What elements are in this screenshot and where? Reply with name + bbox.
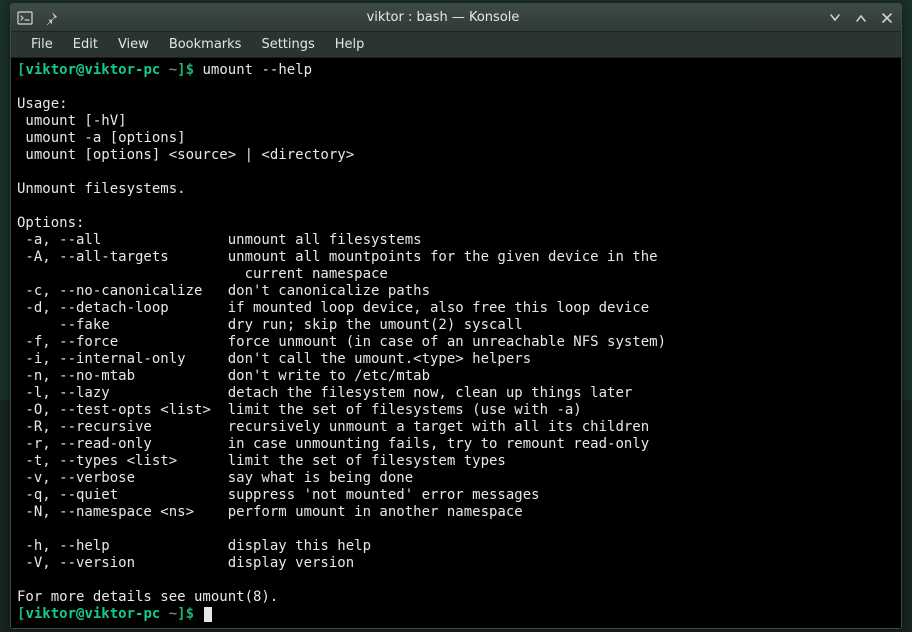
prompt-host: viktor-pc <box>84 62 160 78</box>
minimize-button[interactable] <box>827 10 843 26</box>
output-option-8: -n, --no-mtab don't write to /etc/mtab <box>17 368 430 384</box>
prompt-sigil-2: $ <box>186 606 194 622</box>
close-button[interactable] <box>879 10 895 26</box>
output-option-11: -R, --recursive recursively unmount a ta… <box>17 419 649 435</box>
output-option-6: -f, --force force unmount (in case of an… <box>17 334 666 350</box>
output-option-0: -a, --all unmount all filesystems <box>17 232 422 248</box>
output-desc: Unmount filesystems. <box>17 181 186 197</box>
output-option-3: -c, --no-canonicalize don't canonicalize… <box>17 283 430 299</box>
prompt-path-2: ~ <box>160 606 177 622</box>
output-option-4: -d, --detach-loop if mounted loop device… <box>17 300 649 316</box>
menu-file[interactable]: File <box>21 33 63 56</box>
menu-bookmarks[interactable]: Bookmarks <box>159 33 252 56</box>
output-option-10: -O, --test-opts <list> limit the set of … <box>17 402 582 418</box>
menu-help[interactable]: Help <box>325 33 375 56</box>
output-usage-line-2: umount [options] <source> | <directory> <box>17 147 354 163</box>
output-option-18: -h, --help display this help <box>17 538 371 554</box>
output-option-5: --fake dry run; skip the umount(2) sysca… <box>17 317 523 333</box>
cursor <box>204 607 212 622</box>
maximize-button[interactable] <box>853 10 869 26</box>
output-option-19: -V, --version display version <box>17 555 354 571</box>
pin-icon[interactable] <box>43 10 59 26</box>
output-usage-line-0: umount [-hV] <box>17 113 127 129</box>
menubar: File Edit View Bookmarks Settings Help <box>11 32 901 58</box>
output-option-15: -q, --quiet suppress 'not mounted' error… <box>17 487 540 503</box>
prompt-sigil: $ <box>186 62 194 78</box>
prompt-line-1: [viktor@viktor-pc ~]$ umount --help <box>17 62 312 78</box>
window-title: viktor : bash — Konsole <box>59 10 827 25</box>
output-option-1: -A, --all-targets unmount all mountpoint… <box>17 249 658 265</box>
konsole-window: viktor : bash — Konsole File Edit View B… <box>10 3 902 629</box>
prompt-user: viktor <box>25 62 76 78</box>
output-options-header: Options: <box>17 215 84 231</box>
prompt-user-2: viktor <box>25 606 76 622</box>
prompt-close-bracket-2: ] <box>177 606 185 622</box>
prompt-host-2: viktor-pc <box>84 606 160 622</box>
output-option-16: -N, --namespace <ns> perform umount in a… <box>17 504 523 520</box>
app-terminal-icon <box>17 10 33 26</box>
menu-view[interactable]: View <box>108 33 159 56</box>
output-option-13: -t, --types <list> limit the set of file… <box>17 453 506 469</box>
titlebar[interactable]: viktor : bash — Konsole <box>11 4 901 32</box>
prompt-path: ~ <box>160 62 177 78</box>
menu-edit[interactable]: Edit <box>63 33 108 56</box>
prompt-close-bracket: ] <box>177 62 185 78</box>
command-text: umount --help <box>202 62 312 78</box>
output-option-2: current namespace <box>17 266 388 282</box>
output-option-12: -r, --read-only in case unmounting fails… <box>17 436 649 452</box>
output-option-9: -l, --lazy detach the filesystem now, cl… <box>17 385 632 401</box>
output-option-7: -i, --internal-only don't call the umoun… <box>17 351 531 367</box>
prompt-line-2: [viktor@viktor-pc ~]$ <box>17 606 212 622</box>
output-usage-header: Usage: <box>17 96 68 112</box>
output-footer: For more details see umount(8). <box>17 589 278 605</box>
output-option-14: -v, --verbose say what is being done <box>17 470 413 486</box>
menu-settings[interactable]: Settings <box>251 33 324 56</box>
terminal-area[interactable]: [viktor@viktor-pc ~]$ umount --help Usag… <box>11 58 901 628</box>
output-usage-line-1: umount -a [options] <box>17 130 186 146</box>
